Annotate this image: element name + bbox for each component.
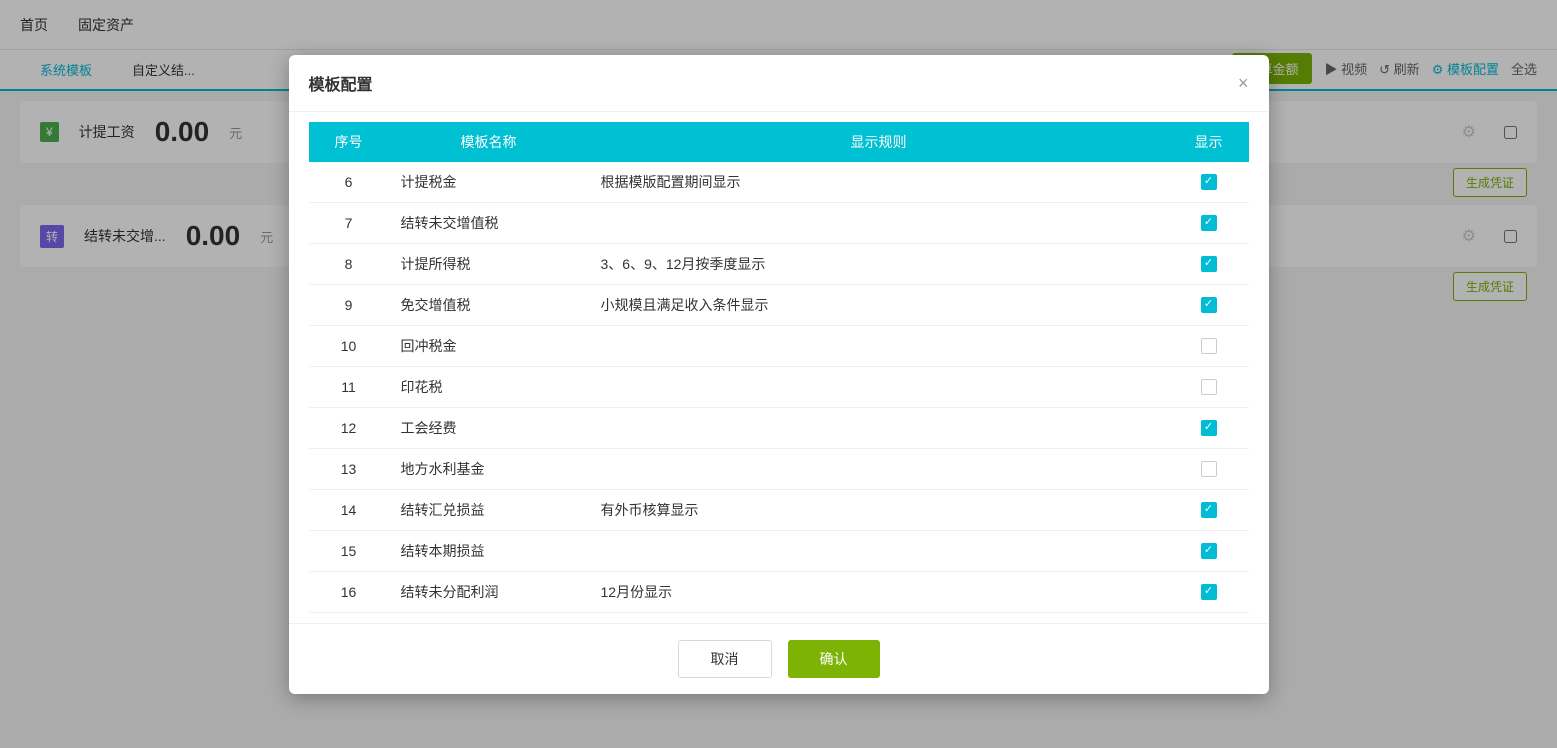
table-row: 9免交增值税小规模且满足收入条件显示 (309, 284, 1249, 325)
modal-title: 模板配置 (309, 71, 373, 95)
row-name: 地方水利基金 (389, 448, 589, 489)
table-row: 6计提税金根据模版配置期间显示 (309, 162, 1249, 203)
row-rule (589, 448, 1169, 489)
col-header-name: 模板名称 (389, 122, 589, 162)
row-checkbox-cell (1169, 489, 1249, 530)
table-row: 11印花税 (309, 366, 1249, 407)
row-checkbox-cell (1169, 162, 1249, 203)
row-checkbox-8[interactable] (1201, 256, 1217, 272)
row-checkbox-9[interactable] (1201, 297, 1217, 313)
row-name: 结转汇兑损益 (389, 489, 589, 530)
row-name: 计提所得税 (389, 243, 589, 284)
row-name: 回冲税金 (389, 325, 589, 366)
row-name: 免交增值税 (389, 284, 589, 325)
row-id: 14 (309, 489, 389, 530)
row-checkbox-cell (1169, 202, 1249, 243)
table-row: 16结转未分配利润12月份显示 (309, 571, 1249, 612)
row-checkbox-10[interactable] (1201, 338, 1217, 354)
row-rule (589, 202, 1169, 243)
row-id: 13 (309, 448, 389, 489)
modal-overlay: 模板配置 × 序号 模板名称 显示规则 显示 6计提税金根据模版配置期间显示7结… (0, 0, 1557, 748)
row-checkbox-6[interactable] (1201, 174, 1217, 190)
row-checkbox-cell (1169, 325, 1249, 366)
row-id: 11 (309, 366, 389, 407)
row-checkbox-15[interactable] (1201, 543, 1217, 559)
row-id: 8 (309, 243, 389, 284)
row-checkbox-cell (1169, 243, 1249, 284)
modal-footer: 取消 确认 (289, 623, 1269, 694)
row-rule (589, 325, 1169, 366)
modal-body: 序号 模板名称 显示规则 显示 6计提税金根据模版配置期间显示7结转未交增值税8… (289, 112, 1269, 623)
row-checkbox-14[interactable] (1201, 502, 1217, 518)
row-checkbox-13[interactable] (1201, 461, 1217, 477)
table-row: 7结转未交增值税 (309, 202, 1249, 243)
row-rule: 有外币核算显示 (589, 489, 1169, 530)
row-rule (589, 366, 1169, 407)
row-rule: 小规模且满足收入条件显示 (589, 284, 1169, 325)
col-header-display: 显示 (1169, 122, 1249, 162)
modal-header: 模板配置 × (289, 55, 1269, 112)
row-name: 结转未分配利润 (389, 571, 589, 612)
row-id: 12 (309, 407, 389, 448)
table-row: 13地方水利基金 (309, 448, 1249, 489)
row-id: 10 (309, 325, 389, 366)
row-id: 16 (309, 571, 389, 612)
row-checkbox-cell (1169, 284, 1249, 325)
row-rule: 3、6、9、12月按季度显示 (589, 243, 1169, 284)
row-id: 7 (309, 202, 389, 243)
row-checkbox-7[interactable] (1201, 215, 1217, 231)
row-checkbox-cell (1169, 448, 1249, 489)
row-id: 9 (309, 284, 389, 325)
row-id: 15 (309, 530, 389, 571)
row-name: 计提税金 (389, 162, 589, 203)
table-row: 8计提所得税3、6、9、12月按季度显示 (309, 243, 1249, 284)
config-table: 序号 模板名称 显示规则 显示 6计提税金根据模版配置期间显示7结转未交增值税8… (309, 122, 1249, 613)
row-checkbox-11[interactable] (1201, 379, 1217, 395)
table-row: 12工会经费 (309, 407, 1249, 448)
row-rule: 12月份显示 (589, 571, 1169, 612)
col-header-rule: 显示规则 (589, 122, 1169, 162)
row-checkbox-cell (1169, 530, 1249, 571)
cancel-button[interactable]: 取消 (678, 640, 772, 678)
row-id: 6 (309, 162, 389, 203)
table-body: 6计提税金根据模版配置期间显示7结转未交增值税8计提所得税3、6、9、12月按季… (309, 162, 1249, 613)
row-checkbox-12[interactable] (1201, 420, 1217, 436)
template-config-modal: 模板配置 × 序号 模板名称 显示规则 显示 6计提税金根据模版配置期间显示7结… (289, 55, 1269, 694)
col-header-id: 序号 (309, 122, 389, 162)
row-rule (589, 407, 1169, 448)
row-checkbox-cell (1169, 571, 1249, 612)
row-name: 结转未交增值税 (389, 202, 589, 243)
row-rule (589, 530, 1169, 571)
table-header: 序号 模板名称 显示规则 显示 (309, 122, 1249, 162)
table-row: 10回冲税金 (309, 325, 1249, 366)
modal-close-button[interactable]: × (1238, 74, 1249, 92)
row-name: 印花税 (389, 366, 589, 407)
table-row: 15结转本期损益 (309, 530, 1249, 571)
row-checkbox-16[interactable] (1201, 584, 1217, 600)
row-rule: 根据模版配置期间显示 (589, 162, 1169, 203)
row-name: 结转本期损益 (389, 530, 589, 571)
confirm-button[interactable]: 确认 (788, 640, 880, 678)
row-checkbox-cell (1169, 366, 1249, 407)
row-name: 工会经费 (389, 407, 589, 448)
row-checkbox-cell (1169, 407, 1249, 448)
table-row: 14结转汇兑损益有外币核算显示 (309, 489, 1249, 530)
